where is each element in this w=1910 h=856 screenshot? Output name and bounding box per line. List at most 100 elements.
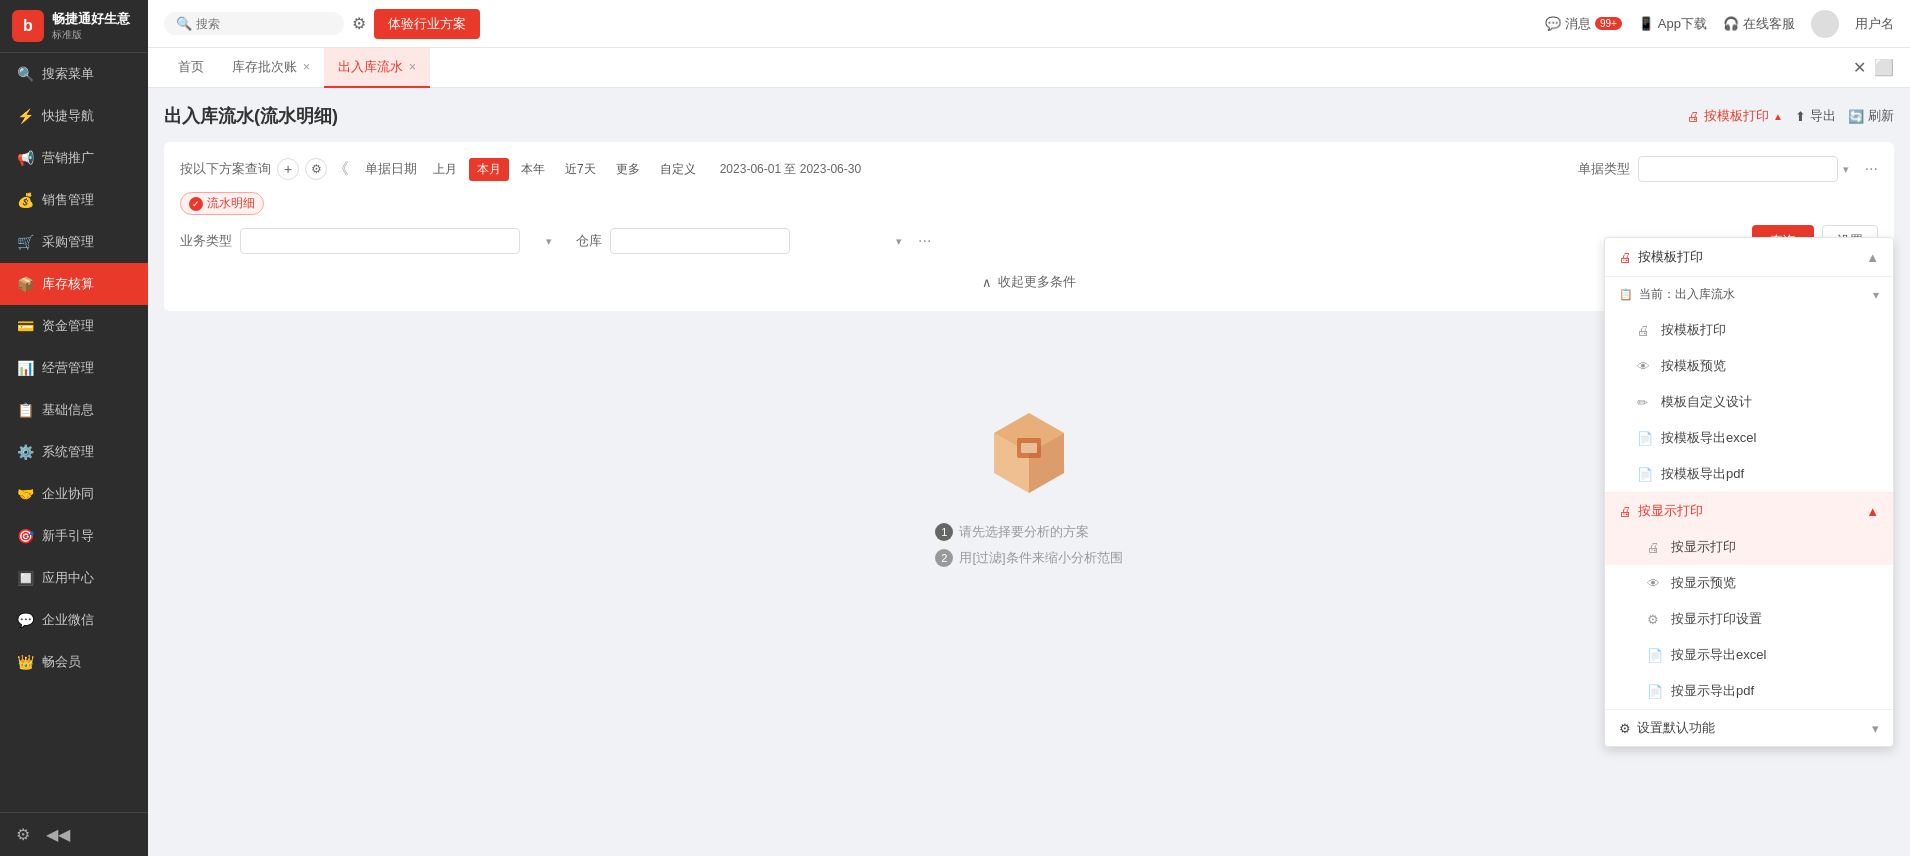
sales-icon: 💰 [16, 191, 34, 209]
dropdown-item-display-settings[interactable]: ⚙ 按显示打印设置 [1605, 601, 1893, 637]
dropdown-header: 🖨 按模板打印 ▲ [1605, 238, 1893, 277]
app-brand-text: 畅捷通好生意 标准版 [52, 11, 130, 41]
display-section: 🖨 按显示打印 ▲ 🖨 按显示打印 👁 按显 [1605, 492, 1893, 709]
warehouse-select-wrapper [610, 228, 910, 254]
sidebar-item-search[interactable]: 🔍 搜索菜单 [0, 53, 148, 95]
print-template-button[interactable]: 🖨 按模板打印 ▲ [1687, 107, 1783, 125]
sidebar-item-label: 应用中心 [42, 569, 94, 587]
sidebar-item-appcenter[interactable]: 🔲 应用中心 [0, 557, 148, 599]
appcenter-icon: 🔲 [16, 569, 34, 587]
quicknav-icon: ⚡ [16, 107, 34, 125]
user-avatar[interactable] [1811, 10, 1839, 38]
date-tab-current-month[interactable]: 本月 [469, 158, 509, 181]
empty-tip-1: 1 请先选择要分析的方案 [935, 523, 1122, 541]
sidebar-nav: 🔍 搜索菜单 ⚡ 快捷导航 📢 营销推广 💰 销售管理 🛒 采购管理 📦 [0, 53, 148, 812]
sidebar-item-quicknav[interactable]: ⚡ 快捷导航 [0, 95, 148, 137]
dropdown-item-display-print[interactable]: 🖨 按显示打印 [1605, 529, 1893, 565]
filter-add-button[interactable]: + [277, 158, 299, 180]
print-header-icon: 🖨 [1619, 250, 1632, 265]
filter-bill-type-group: 单据类型 ··· [1578, 156, 1878, 182]
bill-type-select[interactable] [1638, 156, 1838, 182]
dropdown-footer[interactable]: ⚙ 设置默认功能 ▾ [1605, 709, 1893, 746]
sidebar-item-system[interactable]: ⚙️ 系统管理 [0, 431, 148, 473]
footer-settings-icon: ⚙ [1619, 721, 1631, 736]
sidebar-item-guide[interactable]: 🎯 新手引导 [0, 515, 148, 557]
filter-row-1: 按以下方案查询 + ⚙ 《 单据日期 上月 本月 本年 近7天 更多 [180, 156, 1878, 182]
dropdown-item-template-preview[interactable]: 👁 按模板预览 [1605, 348, 1893, 384]
dropdown-item-template-export-pdf[interactable]: 📄 按模板导出pdf [1605, 456, 1893, 492]
tab-flow[interactable]: 出入库流水 × [324, 48, 430, 88]
tab-home[interactable]: 首页 [164, 48, 218, 88]
sidebar-item-cooperation[interactable]: 🤝 企业协同 [0, 473, 148, 515]
sidebar-item-marketing[interactable]: 📢 营销推广 [0, 137, 148, 179]
sidebar-item-sales[interactable]: 💰 销售管理 [0, 179, 148, 221]
warehouse-more-icon[interactable]: ··· [918, 232, 931, 250]
search-icon: 🔍 [16, 65, 34, 83]
export-icon: ⬆ [1795, 109, 1806, 124]
inventory-icon: 📦 [16, 275, 34, 293]
sidebar-bottom: ⚙ ◀◀ [0, 812, 148, 856]
date-tab-prev-month[interactable]: 上月 [425, 158, 465, 181]
close-window-icon[interactable]: ✕ [1853, 58, 1866, 77]
sidebar-item-inventory[interactable]: 📦 库存核算 [0, 263, 148, 305]
export-button[interactable]: ⬆ 导出 [1795, 107, 1836, 125]
basicinfo-icon: 📋 [16, 401, 34, 419]
dropdown-item-display-export-pdf[interactable]: 📄 按显示导出pdf [1605, 673, 1893, 709]
page-title: 出入库流水(流水明细) [164, 104, 338, 128]
tab-flow-close[interactable]: × [409, 60, 416, 74]
sidebar-item-label: 企业微信 [42, 611, 94, 629]
sidebar-logo: b 畅捷通好生意 标准版 [0, 0, 148, 53]
dropdown-item-display-preview[interactable]: 👁 按显示预览 [1605, 565, 1893, 601]
brand-version: 标准版 [52, 28, 130, 41]
date-tab-last7days[interactable]: 近7天 [557, 158, 604, 181]
date-tab-more[interactable]: 更多 [608, 158, 648, 181]
settings-gear-icon[interactable]: ⚙ [352, 14, 366, 33]
operations-icon: 📊 [16, 359, 34, 377]
dropdown-item-template-export-excel[interactable]: 📄 按模板导出excel [1605, 420, 1893, 456]
sidebar-item-enterprise[interactable]: 💬 企业微信 [0, 599, 148, 641]
bill-type-more-icon[interactable]: ··· [1865, 160, 1878, 178]
display-section-arrow[interactable]: ▲ [1866, 504, 1879, 519]
chevron-up-icon: ▲ [1773, 111, 1783, 122]
display-section-header[interactable]: 🖨 按显示打印 ▲ [1605, 493, 1893, 529]
warehouse-select[interactable] [610, 228, 790, 254]
date-tab-current-year[interactable]: 本年 [513, 158, 553, 181]
online-support-button[interactable]: 🎧 在线客服 [1723, 15, 1795, 33]
business-type-select[interactable] [240, 228, 520, 254]
filter-business-type-group: 业务类型 [180, 228, 560, 254]
tab-batch-close[interactable]: × [303, 60, 310, 74]
current-template-item[interactable]: 📋 当前：出入库流水 ▾ [1605, 277, 1893, 312]
dropdown-item-template-print[interactable]: 🖨 按模板打印 [1605, 312, 1893, 348]
sidebar-item-finance[interactable]: 💳 资金管理 [0, 305, 148, 347]
top-bar: 🔍 ⚙ 体验行业方案 💬 消息 99+ 📱 App下载 [148, 0, 1910, 48]
tab-batch[interactable]: 库存批次账 × [218, 48, 324, 88]
dropdown-collapse-icon[interactable]: ▲ [1866, 250, 1879, 265]
sidebar-item-member[interactable]: 👑 畅会员 [0, 641, 148, 683]
date-tab-custom[interactable]: 自定义 [652, 158, 704, 181]
main-content: 🔍 ⚙ 体验行业方案 💬 消息 99+ 📱 App下载 [148, 0, 1910, 856]
dropdown-item-template-custom[interactable]: ✏ 模板自定义设计 [1605, 384, 1893, 420]
page-title-actions: 🖨 按模板打印 ▲ ⬆ 导出 🔄 刷新 [1687, 107, 1894, 125]
sidebar-item-operations[interactable]: 📊 经营管理 [0, 347, 148, 389]
app-download-button[interactable]: 📱 App下载 [1638, 15, 1707, 33]
support-icon: 🎧 [1723, 16, 1739, 31]
maximize-icon[interactable]: ⬜ [1874, 58, 1894, 77]
template-pdf-icon: 📄 [1637, 467, 1653, 482]
search-input[interactable] [196, 17, 316, 31]
sidebar-collapse-icon[interactable]: ◀◀ [46, 825, 70, 844]
filter-left-collapse[interactable]: 《 [333, 159, 349, 180]
sidebar-settings-icon[interactable]: ⚙ [16, 825, 30, 844]
dropdown-item-display-export-excel[interactable]: 📄 按显示导出excel [1605, 637, 1893, 673]
sidebar-item-basicinfo[interactable]: 📋 基础信息 [0, 389, 148, 431]
sidebar-item-label: 采购管理 [42, 233, 94, 251]
filter-settings-button[interactable]: ⚙ [305, 158, 327, 180]
system-icon: ⚙️ [16, 443, 34, 461]
display-settings-icon: ⚙ [1647, 612, 1663, 627]
tip-num-1: 1 [935, 523, 953, 541]
sidebar-item-label: 畅会员 [42, 653, 81, 671]
messages-button[interactable]: 💬 消息 99+ [1545, 15, 1622, 33]
refresh-button[interactable]: 🔄 刷新 [1848, 107, 1894, 125]
message-icon: 💬 [1545, 16, 1561, 31]
sidebar-item-purchase[interactable]: 🛒 采购管理 [0, 221, 148, 263]
trial-button[interactable]: 体验行业方案 [374, 9, 480, 39]
